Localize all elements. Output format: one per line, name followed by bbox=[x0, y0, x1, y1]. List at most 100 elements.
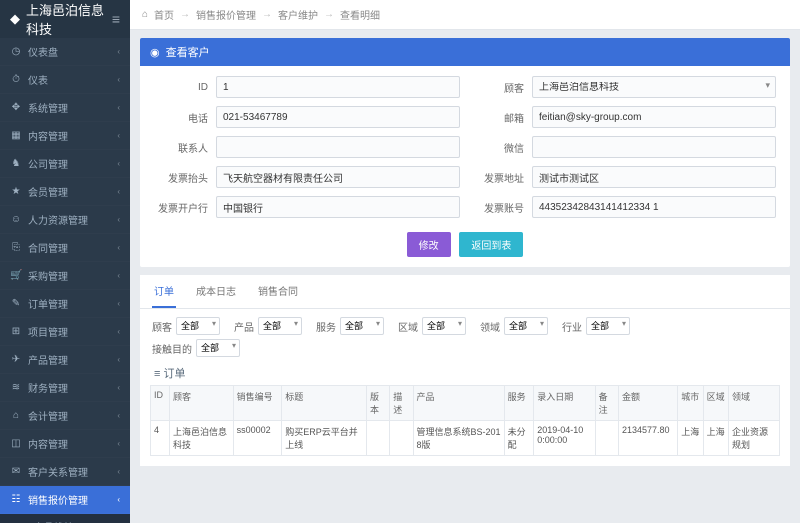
chevron-left-icon: ‹ bbox=[117, 271, 120, 280]
filter-purpose-label: 接触目的 bbox=[152, 341, 192, 356]
table-cell: ss00002 bbox=[233, 421, 282, 456]
nav-icon: ☺ bbox=[10, 214, 22, 225]
chevron-left-icon: ‹ bbox=[117, 467, 120, 476]
nav-label: 仪表盘 bbox=[28, 44, 58, 59]
table-row[interactable]: 4上海邑泊信息科技ss00002购买ERP云平台并上线管理信息系统BS-2018… bbox=[151, 421, 780, 456]
nav-icon: ☷ bbox=[10, 494, 22, 505]
sidebar-item[interactable]: ✎订单管理‹ bbox=[0, 290, 130, 318]
filter-customer-select[interactable]: 全部 bbox=[176, 317, 220, 335]
table-header: 描述 bbox=[390, 386, 413, 421]
sidebar-item[interactable]: ☷销售报价管理‹ bbox=[0, 486, 130, 514]
nav-icon: ⏱ bbox=[10, 74, 22, 85]
filter-bar: 顾客全部 产品全部 服务全部 区域全部 领域全部 行业全部 接触目的全部 bbox=[140, 309, 790, 361]
sidebar-item[interactable]: 🛒 采购管理 ‹ bbox=[0, 262, 130, 290]
table-cell: 未分配 bbox=[504, 421, 534, 456]
filter-purpose-select[interactable]: 全部 bbox=[196, 339, 240, 357]
sidebar-item[interactable]: ✉客户关系管理‹ bbox=[0, 458, 130, 486]
detail-panel: ◉ 查看客户 ID 顾客 上海邑泊信息科技 电话 bbox=[140, 38, 790, 267]
invoice-addr-label: 发票地址 bbox=[470, 170, 524, 185]
phone-field[interactable] bbox=[216, 106, 460, 128]
table-header: 标题 bbox=[282, 386, 367, 421]
filter-service-label: 服务 bbox=[316, 319, 336, 334]
filter-domain-select[interactable]: 全部 bbox=[504, 317, 548, 335]
nav-icon: 🛒 bbox=[10, 270, 22, 281]
tab-cost-log[interactable]: 成本日志 bbox=[194, 275, 238, 308]
sidebar-subitem[interactable]: ▸ 产品维护 bbox=[0, 514, 130, 523]
table-header: 领域 bbox=[729, 386, 780, 421]
home-icon[interactable]: ⌂ bbox=[142, 9, 148, 20]
chevron-left-icon: ‹ bbox=[117, 187, 120, 196]
email-label: 邮箱 bbox=[470, 110, 524, 125]
nav-label: 系统管理 bbox=[28, 100, 68, 115]
table-header: 城市 bbox=[678, 386, 703, 421]
filter-industry-select[interactable]: 全部 bbox=[586, 317, 630, 335]
filter-product-select[interactable]: 全部 bbox=[258, 317, 302, 335]
sidebar-item[interactable]: ⊞项目管理‹ bbox=[0, 318, 130, 346]
breadcrumb-home[interactable]: 首页 bbox=[154, 7, 174, 22]
contact-label: 联系人 bbox=[154, 140, 208, 155]
sidebar-item[interactable]: ⎘合同管理‹ bbox=[0, 234, 130, 262]
nav-label: 采购管理 bbox=[28, 268, 68, 283]
chevron-left-icon: ‹ bbox=[117, 215, 120, 224]
contact-field[interactable] bbox=[216, 136, 460, 158]
nav-icon: ≋ bbox=[10, 382, 22, 393]
table-cell bbox=[366, 421, 389, 456]
filter-product-label: 产品 bbox=[234, 319, 254, 334]
invoice-title-field[interactable] bbox=[216, 166, 460, 188]
table-cell: 4 bbox=[151, 421, 170, 456]
breadcrumb-sep: → bbox=[180, 9, 190, 20]
nav-icon: ◷ bbox=[10, 46, 22, 57]
sidebar-item[interactable]: ▦内容管理‹ bbox=[0, 122, 130, 150]
tabs: 订单 成本日志 销售合同 bbox=[140, 275, 790, 309]
id-field[interactable] bbox=[216, 76, 460, 98]
order-table-wrap: ID顾客销售编号标题版本描述产品服务录入日期备注金额城市区域领域 4上海邑泊信息… bbox=[140, 385, 790, 466]
wechat-field[interactable] bbox=[532, 136, 776, 158]
table-cell: 企业资源规划 bbox=[729, 421, 780, 456]
sidebar: ◆ 上海邑泊信息科技 ≡ ◷ 仪表盘 ‹ ⏱仪表‹ ✥ 系统管理 ‹ ▦内容管理‹♞公司管理‹… bbox=[0, 0, 130, 523]
edit-button[interactable]: 修改 bbox=[407, 232, 451, 257]
invoice-addr-field[interactable] bbox=[532, 166, 776, 188]
sidebar-item[interactable]: ⌂会计管理‹ bbox=[0, 402, 130, 430]
sidebar-item[interactable]: ☺人力资源管理‹ bbox=[0, 206, 130, 234]
nav-label: 公司管理 bbox=[28, 156, 68, 171]
menu-toggle-icon[interactable]: ≡ bbox=[112, 11, 120, 27]
chevron-left-icon: ‹ bbox=[117, 327, 120, 336]
brand-bar: ◆ 上海邑泊信息科技 ≡ bbox=[0, 0, 130, 38]
sub-panel: 订单 成本日志 销售合同 顾客全部 产品全部 服务全部 区域全部 领域全部 行业… bbox=[140, 275, 790, 466]
invoice-bank-field[interactable] bbox=[216, 196, 460, 218]
customer-select[interactable]: 上海邑泊信息科技 bbox=[532, 76, 776, 98]
chevron-left-icon: ‹ bbox=[117, 103, 120, 112]
invoice-acct-label: 发票账号 bbox=[470, 200, 524, 215]
table-cell: 购买ERP云平台并上线 bbox=[282, 421, 367, 456]
breadcrumb-item[interactable]: 销售报价管理 bbox=[196, 7, 256, 22]
tab-sales-contract[interactable]: 销售合同 bbox=[256, 275, 300, 308]
invoice-title-label: 发票抬头 bbox=[154, 170, 208, 185]
sidebar-item[interactable]: ≋财务管理‹ bbox=[0, 374, 130, 402]
nav-label: 销售报价管理 bbox=[28, 492, 88, 507]
tab-orders[interactable]: 订单 bbox=[152, 275, 176, 308]
filter-service-select[interactable]: 全部 bbox=[340, 317, 384, 335]
table-header: 备注 bbox=[595, 386, 618, 421]
nav-icon: ✥ bbox=[10, 102, 22, 113]
sidebar-item[interactable]: ✥ 系统管理 ‹ bbox=[0, 94, 130, 122]
sidebar-item[interactable]: ◫内容管理‹ bbox=[0, 430, 130, 458]
chevron-left-icon: ‹ bbox=[117, 299, 120, 308]
table-header: 录入日期 bbox=[534, 386, 595, 421]
filter-region-select[interactable]: 全部 bbox=[422, 317, 466, 335]
sidebar-item[interactable]: ★会员管理‹ bbox=[0, 178, 130, 206]
table-header: 销售编号 bbox=[233, 386, 282, 421]
sidebar-item[interactable]: ◷仪表盘‹ bbox=[0, 38, 130, 66]
nav-label: 内容管理 bbox=[28, 436, 68, 451]
brand-title: 上海邑泊信息科技 bbox=[26, 0, 106, 38]
nav-icon: ⌂ bbox=[10, 410, 22, 421]
sidebar-item[interactable]: ✈产品管理‹ bbox=[0, 346, 130, 374]
sidebar-item[interactable]: ♞公司管理‹ bbox=[0, 150, 130, 178]
invoice-acct-field[interactable] bbox=[532, 196, 776, 218]
chevron-left-icon: ‹ bbox=[117, 355, 120, 364]
breadcrumb-item[interactable]: 查看明细 bbox=[340, 7, 380, 22]
back-button[interactable]: 返回到表 bbox=[459, 232, 523, 257]
sidebar-item[interactable]: ⏱仪表‹ bbox=[0, 66, 130, 94]
table-header: 金额 bbox=[618, 386, 677, 421]
email-field[interactable] bbox=[532, 106, 776, 128]
breadcrumb-item[interactable]: 客户维护 bbox=[278, 7, 318, 22]
